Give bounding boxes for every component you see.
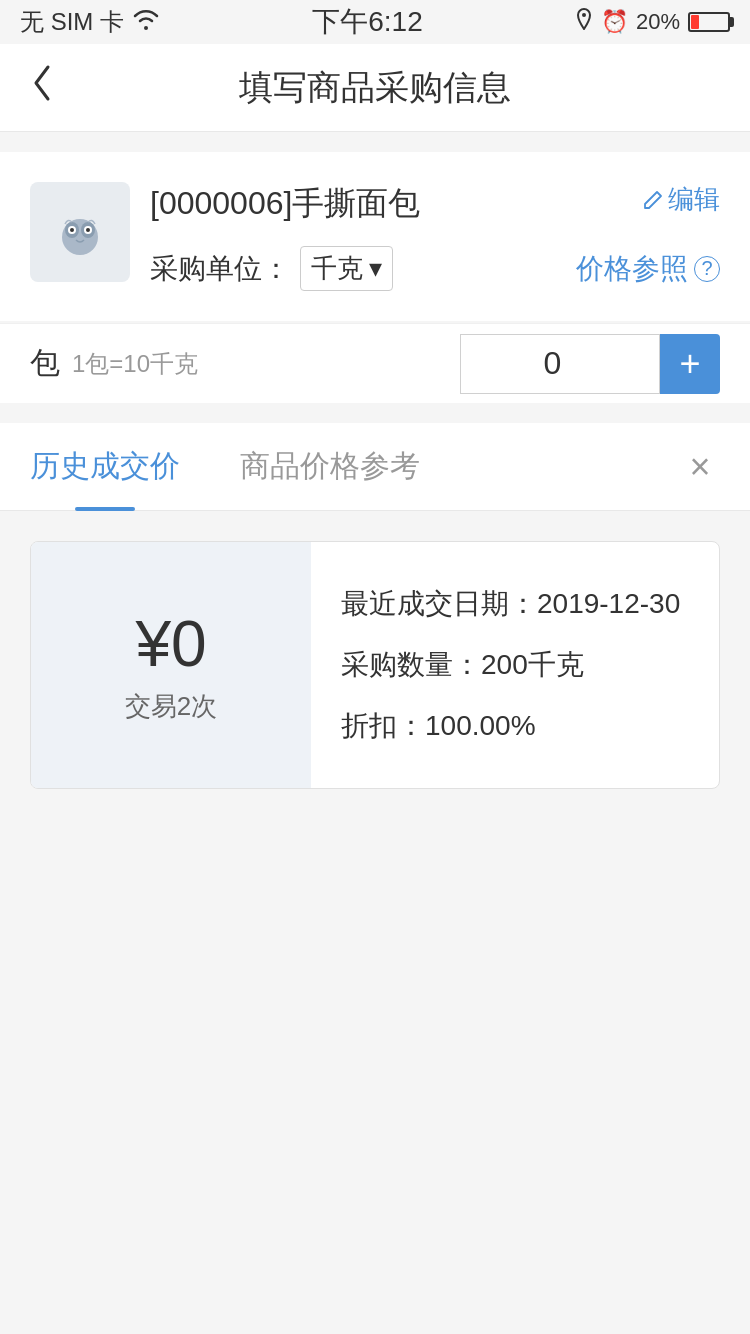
battery-percent: 20% (636, 9, 680, 35)
quantity-row: 包 1包=10千克 + (0, 323, 750, 403)
nav-bar: 填写商品采购信息 (0, 44, 750, 132)
close-icon: × (689, 446, 710, 488)
status-time: 下午6:12 (312, 3, 423, 41)
price-value: 0 (171, 608, 207, 680)
product-card: [0000006]手撕面包 编辑 采购单位： 千克 ▾ 价格参照 ? (0, 152, 750, 321)
quantity-unit: 包 (30, 343, 60, 384)
product-name: [0000006]手撕面包 (150, 182, 420, 226)
status-left: 无 SIM 卡 (20, 6, 160, 38)
svg-point-7 (86, 228, 90, 232)
quantity-input[interactable] (460, 334, 660, 394)
discount-value: 100.00% (425, 710, 536, 741)
back-button[interactable] (30, 63, 90, 112)
tab-history-price[interactable]: 历史成交价 (30, 423, 180, 511)
wifi-icon (132, 8, 160, 36)
quantity-plus-button[interactable]: + (660, 334, 720, 394)
alarm-icon: ⏰ (601, 9, 628, 35)
quantity-input-group: + (460, 334, 720, 394)
price-ref-label: 价格参照 (576, 250, 688, 288)
product-header: [0000006]手撕面包 编辑 (150, 182, 720, 226)
tab-history-price-label: 历史成交价 (30, 446, 180, 487)
price-left-panel: ¥0 交易2次 (31, 542, 311, 788)
edit-button[interactable]: 编辑 (642, 182, 720, 217)
unit-select[interactable]: 千克 ▾ (300, 246, 393, 291)
price-right-panel: 最近成交日期：2019-12-30 采购数量：200千克 折扣：100.00% (311, 542, 719, 788)
product-unit-row: 采购单位： 千克 ▾ 价格参照 ? (150, 246, 720, 291)
battery-icon (688, 12, 730, 32)
product-info: [0000006]手撕面包 编辑 采购单位： 千克 ▾ 价格参照 ? (150, 182, 720, 291)
page-title: 填写商品采购信息 (90, 65, 660, 111)
tabs-container: 历史成交价 商品价格参考 × (0, 423, 750, 511)
date-label: 最近成交日期： (341, 588, 537, 619)
quantity-label: 包 1包=10千克 (30, 343, 198, 384)
unit-label: 采购单位： 千克 ▾ (150, 246, 393, 291)
quantity-row-detail: 采购数量：200千克 (341, 643, 689, 688)
help-icon: ? (694, 256, 720, 282)
discount-row: 折扣：100.00% (341, 704, 689, 749)
date-value: 2019-12-30 (537, 588, 680, 619)
status-right: ⏰ 20% (575, 8, 730, 36)
tab-product-price-ref-label: 商品价格参考 (240, 446, 420, 487)
price-card: ¥0 交易2次 最近成交日期：2019-12-30 采购数量：200千克 折扣：… (30, 541, 720, 789)
tab-product-price-ref[interactable]: 商品价格参考 (240, 423, 420, 511)
quantity-unit-hint: 1包=10千克 (72, 348, 198, 380)
svg-point-6 (70, 228, 74, 232)
quantity-value-detail: 200千克 (481, 649, 584, 680)
battery-fill (691, 15, 699, 29)
dropdown-icon: ▾ (369, 253, 382, 284)
plus-icon: + (679, 343, 700, 385)
sim-status: 无 SIM 卡 (20, 6, 124, 38)
price-amount: ¥0 (135, 607, 206, 681)
quantity-label-detail: 采购数量： (341, 649, 481, 680)
status-bar: 无 SIM 卡 下午6:12 ⏰ 20% (0, 0, 750, 44)
unit-label-text: 采购单位： (150, 250, 290, 288)
tabs-close-button[interactable]: × (680, 447, 720, 487)
unit-value: 千克 (311, 251, 363, 286)
location-icon (575, 8, 593, 36)
discount-label: 折扣： (341, 710, 425, 741)
edit-label: 编辑 (668, 182, 720, 217)
transaction-count: 交易2次 (125, 689, 217, 724)
currency-symbol: ¥ (135, 608, 171, 680)
product-image (30, 182, 130, 282)
price-reference-button[interactable]: 价格参照 ? (576, 250, 720, 288)
tabs-list: 历史成交价 商品价格参考 (30, 423, 420, 511)
recent-date-row: 最近成交日期：2019-12-30 (341, 582, 689, 627)
svg-point-0 (582, 13, 586, 17)
